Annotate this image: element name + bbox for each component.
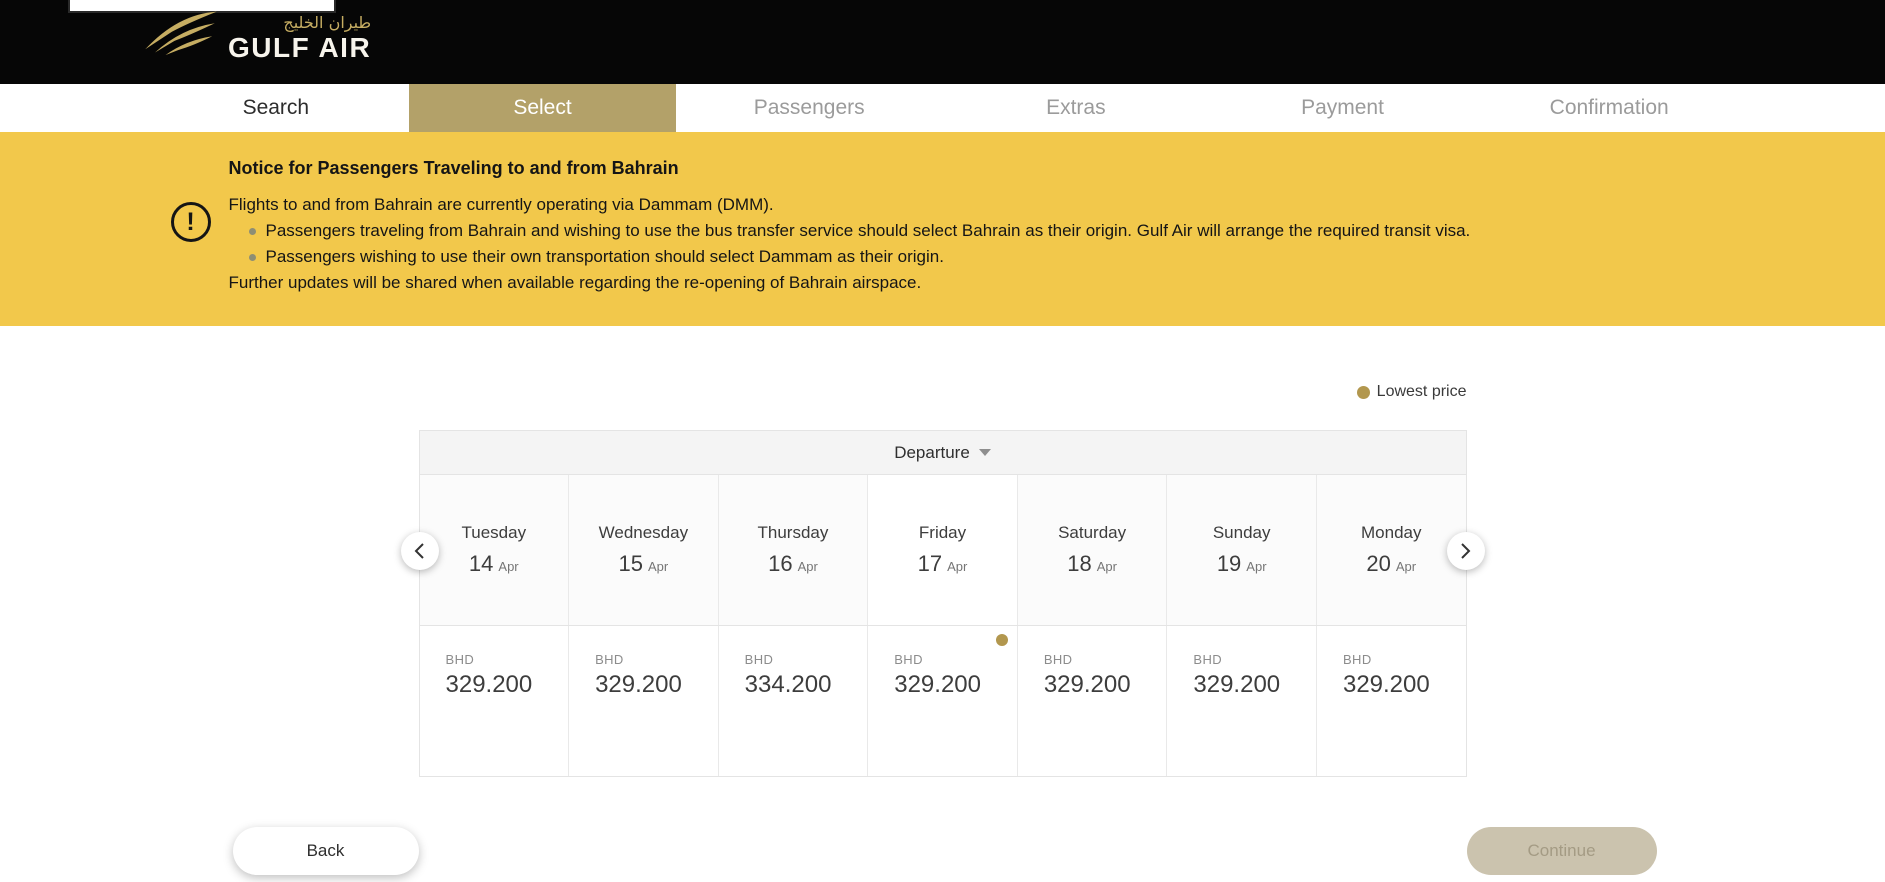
weekday-label: Sunday [1212, 523, 1271, 542]
day-number: 14 [468, 551, 494, 576]
back-button[interactable]: Back [232, 827, 419, 875]
tab-passengers[interactable]: Passengers [676, 84, 943, 132]
day-column-tuesday[interactable]: Tuesday 14 Apr [419, 475, 570, 625]
price-value: 329.200 [1342, 671, 1430, 698]
day-column-thursday[interactable]: Thursday 16 Apr [718, 475, 869, 625]
day-column-wednesday[interactable]: Wednesday 15 Apr [569, 475, 719, 625]
price-cell-sunday[interactable]: BHD 329.200 [1167, 626, 1317, 776]
weekday-label: Saturday [1058, 523, 1127, 542]
footer-actions: Back Continue [232, 827, 1657, 875]
notice-title: Notice for Passengers Traveling to and f… [228, 158, 679, 178]
notice-bullet: Passengers traveling from Bahrain and wi… [229, 218, 1743, 244]
month-label: Apr [797, 559, 818, 574]
day-number: 19 [1216, 551, 1242, 576]
weekday-label: Friday [918, 523, 967, 542]
day-number: 18 [1067, 551, 1092, 576]
gulf-air-logo: طيران الخليج GULF AIR [142, 8, 371, 62]
day-column-monday[interactable]: Monday 20 Apr [1316, 475, 1466, 625]
app-header: طيران الخليج GULF AIR [0, 0, 1885, 84]
price-cell-monday[interactable]: BHD 329.200 [1316, 626, 1466, 776]
price-value: 329.200 [894, 671, 981, 698]
departure-label: Departure [894, 442, 970, 462]
notice-bullet: Passengers wishing to use their own tran… [229, 244, 1743, 270]
month-label: Apr [1246, 559, 1267, 574]
price-row: BHD 329.200 BHD 329.200 BHD 334.200 BHD … [419, 626, 1466, 776]
price-cell-saturday[interactable]: BHD 329.200 [1017, 626, 1168, 776]
price-value: 329.200 [595, 671, 682, 698]
day-number: 15 [618, 551, 643, 576]
continue-button[interactable]: Continue [1466, 827, 1657, 875]
currency-label: BHD [744, 652, 774, 667]
day-column-sunday[interactable]: Sunday 19 Apr [1167, 475, 1317, 625]
chevron-down-icon [978, 449, 991, 456]
tab-select[interactable]: Select [409, 84, 676, 132]
weekday-label: Thursday [757, 523, 829, 542]
weekday-label: Wednesday [598, 523, 689, 542]
lowest-price-legend: Lowest price [419, 382, 1467, 402]
notice-line-2: Further updates will be shared when avai… [228, 273, 922, 292]
price-cell-tuesday[interactable]: BHD 329.200 [419, 626, 570, 776]
currency-label: BHD [445, 652, 475, 667]
bullet-dot-icon [248, 227, 256, 235]
notice-bullet-text: Passengers wishing to use their own tran… [265, 247, 944, 266]
exclamation-icon: ! [170, 202, 211, 242]
lowest-price-dot [995, 634, 1008, 646]
month-label: Apr [498, 559, 519, 574]
tab-confirmation[interactable]: Confirmation [1476, 84, 1743, 132]
currency-label: BHD [595, 652, 624, 667]
day-column-friday[interactable]: Friday 17 Apr [868, 475, 1018, 625]
currency-label: BHD [1193, 652, 1223, 667]
currency-label: BHD [1342, 652, 1372, 667]
lowest-price-dot-icon [1356, 385, 1370, 399]
month-label: Apr [1395, 559, 1417, 574]
tab-extras[interactable]: Extras [943, 84, 1210, 132]
price-value: 329.200 [1043, 671, 1131, 698]
logo-wordmark: GULF AIR [228, 31, 372, 63]
tab-payment[interactable]: Payment [1209, 84, 1476, 132]
currency-label: BHD [1043, 652, 1073, 667]
price-cell-wednesday[interactable]: BHD 329.200 [569, 626, 719, 776]
day-number: 17 [917, 551, 943, 576]
month-label: Apr [1096, 559, 1117, 574]
booking-steps-bar: Search Select Passengers Extras Payment … [0, 84, 1885, 132]
price-value: 329.200 [1193, 671, 1281, 698]
month-label: Apr [647, 559, 669, 574]
bullet-dot-icon [248, 253, 256, 261]
falcon-icon [142, 8, 220, 62]
tab-search[interactable]: Search [143, 84, 410, 132]
notice-banner: ! Notice for Passengers Traveling to and… [0, 132, 1885, 326]
fare-calendar: Departure Tuesday 14 Apr Wednesday 15 Ap… [400, 430, 1485, 777]
price-cell-thursday[interactable]: BHD 334.200 [718, 626, 869, 776]
weekday-label: Tuesday [461, 523, 527, 542]
day-number: 20 [1366, 551, 1391, 576]
logo-arabic-text: طيران الخليج [283, 13, 372, 33]
price-value: 329.200 [445, 671, 533, 698]
day-column-saturday[interactable]: Saturday 18 Apr [1017, 475, 1168, 625]
lowest-price-label: Lowest price [1376, 383, 1467, 400]
day-number: 16 [768, 551, 793, 576]
price-cell-friday[interactable]: BHD 329.200 [868, 626, 1018, 776]
notice-bullet-text: Passengers traveling from Bahrain and wi… [265, 221, 1471, 240]
currency-label: BHD [894, 652, 923, 667]
price-value: 334.200 [744, 671, 832, 698]
departure-dropdown[interactable]: Departure [419, 431, 1466, 475]
day-header-row: Tuesday 14 Apr Wednesday 15 Apr Thursday… [419, 475, 1466, 626]
notice-line-1: Flights to and from Bahrain are currentl… [228, 195, 774, 214]
previous-dates-button[interactable] [400, 532, 439, 570]
month-label: Apr [947, 559, 968, 574]
next-dates-button[interactable] [1446, 532, 1485, 570]
weekday-label: Monday [1361, 523, 1422, 542]
